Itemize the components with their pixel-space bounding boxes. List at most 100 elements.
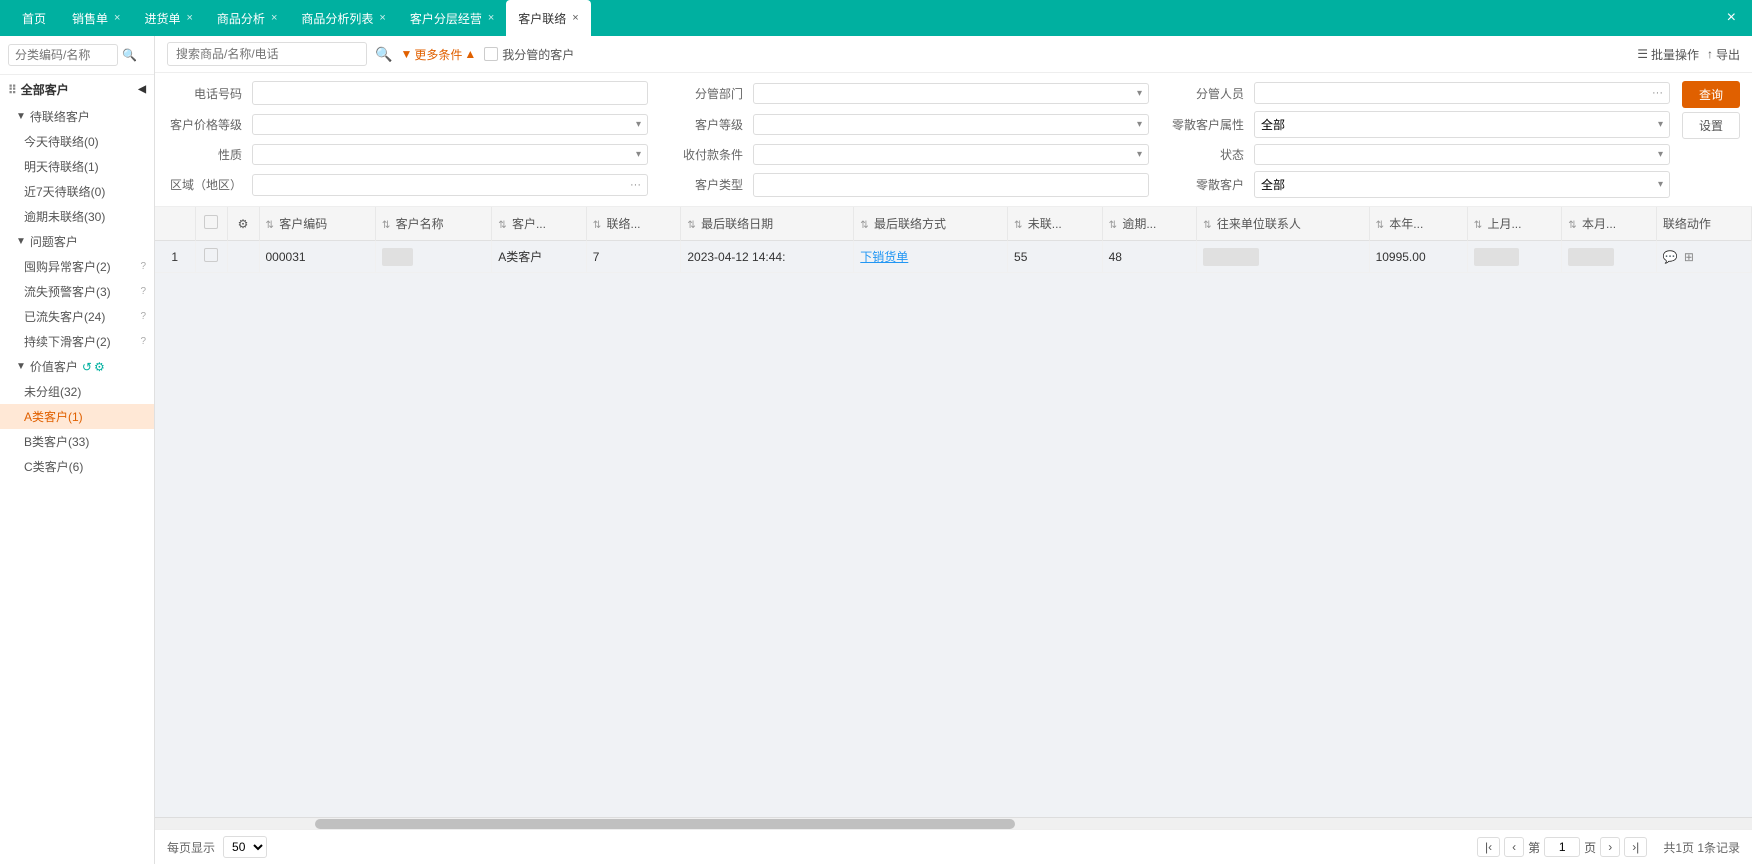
query-button[interactable]: 查询 [1682,81,1740,108]
close-analysis-list-tab[interactable]: × [379,12,385,24]
help-icon-churned[interactable]: ? [140,311,146,322]
sidebar-section-value[interactable]: ▼ 价值客户 ↺ ⚙ [0,354,154,379]
sidebar-item-overdue-contact[interactable]: 逾期未联络(30) [0,204,154,229]
nature-select[interactable]: ▾ [252,144,648,165]
sidebar-item-ungrouped[interactable]: 未分组(32) [0,379,154,404]
cell-last-date: 2023-04-12 14:44: [681,241,854,273]
cell-no-contact: 55 [1008,241,1103,273]
sidebar-item-hoarding[interactable]: 囤购异常客户(2) ? [0,254,154,279]
sort-icon-this-year[interactable]: ⇅ [1376,220,1384,231]
sort-icon-unit-contact[interactable]: ⇅ [1203,220,1211,231]
sidebar-search-icon[interactable]: 🔍 [122,48,137,62]
action-icon-2[interactable]: ⊞ [1684,250,1694,264]
sidebar-item-churned[interactable]: 已流失客户(24) ? [0,304,154,329]
tab-purchase[interactable]: 进货单 × [132,0,204,36]
next-page-btn[interactable]: › [1600,837,1620,857]
status-select[interactable]: ▾ [1254,144,1670,165]
sidebar-section-problem[interactable]: ▼ 问题客户 [0,229,154,254]
close-customer-segment-tab[interactable]: × [488,12,494,24]
tab-sales[interactable]: 销售单 × [60,0,132,36]
help-icon-declining[interactable]: ? [140,336,146,347]
prev-page-btn[interactable]: ‹ [1504,837,1524,857]
sidebar-item-a-class[interactable]: A类客户(1) [0,404,154,429]
retail-attr-select[interactable]: 全部 ▾ [1254,111,1670,138]
refresh-icon[interactable]: ↺ [82,360,92,374]
sidebar-item-b-class[interactable]: B类客户(33) [0,429,154,454]
action-icon-1[interactable]: 💬 [1663,250,1678,264]
retail-cust-select[interactable]: 全部 ▾ [1254,171,1670,198]
sidebar-all-customers[interactable]: ⠿ 全部客户 ◀ [0,75,154,104]
contact-method-link[interactable]: 下销货单 [860,250,908,264]
filter-cell-phone: 电话号码 [167,81,668,105]
region-select[interactable]: ··· [252,174,648,196]
filter-cell-nature: 性质 ▾ [167,144,668,165]
main-layout: 🔍 ⠿ 全部客户 ◀ ▼ 待联络客户 今天待联络(0) 明天待联络(1) 近7天… [0,36,1752,864]
close-customer-contact-tab[interactable]: × [572,12,578,24]
sort-icon-name[interactable]: ⇅ [382,220,390,231]
close-all-tabs[interactable]: × [1719,9,1744,27]
nature-dropdown-icon: ▾ [636,149,641,160]
help-icon-churn-warning[interactable]: ? [140,286,146,297]
sidebar-item-7days-pending[interactable]: 近7天待联络(0) [0,179,154,204]
my-customers-checkbox[interactable]: 我分管的客户 [484,46,574,63]
horizontal-scrollbar[interactable] [155,817,1752,829]
last-page-btn[interactable]: ›| [1624,837,1647,857]
tab-home[interactable]: 首页 [8,0,60,36]
sidebar-item-today-pending[interactable]: 今天待联络(0) [0,129,154,154]
page-number-input[interactable] [1544,837,1580,857]
page-label: 页 [1584,839,1596,856]
first-page-btn[interactable]: |‹ [1477,837,1500,857]
sort-icon-overdue[interactable]: ⇅ [1109,220,1117,231]
sort-icon-code[interactable]: ⇅ [266,220,274,231]
tab-analysis-list[interactable]: 商品分析列表 × [289,0,397,36]
batch-op-btn[interactable]: ☰ 批量操作 [1637,46,1699,63]
payment-select[interactable]: ▾ [753,144,1149,165]
phone-input[interactable] [252,81,648,105]
search-btn-icon[interactable]: 🔍 [375,46,392,63]
close-analysis-tab[interactable]: × [271,12,277,24]
sort-icon-no-contact[interactable]: ⇅ [1014,220,1022,231]
page-size-select[interactable]: 50 [223,836,267,858]
cell-name: Ea [375,241,491,273]
sidebar-item-churn-warning[interactable]: 流失预警客户(3) ? [0,279,154,304]
tab-customer-contact[interactable]: 客户联络 × [506,0,590,36]
grid-icon: ⠿ [8,83,17,97]
sort-icon-last-method[interactable]: ⇅ [860,220,868,231]
sidebar-search-input[interactable] [8,44,118,66]
sort-icon-contact[interactable]: ⇅ [593,220,601,231]
cust-type-input[interactable] [753,173,1149,197]
sidebar-item-declining[interactable]: 持续下滑客户(2) ? [0,329,154,354]
close-sales-tab[interactable]: × [114,12,120,24]
close-purchase-tab[interactable]: × [186,12,192,24]
settings-value-icon[interactable]: ⚙ [94,360,105,374]
my-customers-check[interactable] [484,47,498,61]
sort-icon-this-month[interactable]: ⇅ [1568,220,1576,231]
manager-select[interactable]: ··· [1254,82,1670,104]
cell-unit-contact: RE . [1197,241,1369,273]
row-checkbox[interactable] [204,248,218,262]
dept-select[interactable]: ▾ [753,83,1149,104]
scrollbar-thumb[interactable] [315,819,1015,829]
sidebar-item-tomorrow-pending[interactable]: 明天待联络(1) [0,154,154,179]
sort-icon-last-date[interactable]: ⇅ [687,220,695,231]
filter-cell-region: 区域（地区） ··· [167,174,668,196]
top-nav: 首页 销售单 × 进货单 × 商品分析 × 商品分析列表 × 客户分层经营 × … [0,0,1752,36]
sort-icon-category[interactable]: ⇅ [498,220,506,231]
search-input[interactable] [167,42,367,66]
price-level-select[interactable]: ▾ [252,114,648,135]
tab-customer-segment[interactable]: 客户分层经营 × [398,0,506,36]
cell-overdue: 48 [1102,241,1197,273]
cust-level-select[interactable]: ▾ [753,114,1149,135]
select-all-checkbox[interactable] [204,215,218,229]
tab-analysis[interactable]: 商品分析 × [205,0,289,36]
settings-button[interactable]: 设置 [1682,112,1740,139]
more-conditions-btn[interactable]: ▼ 更多条件 ▲ [400,46,476,63]
cell-last-method[interactable]: 下销货单 [854,241,1008,273]
export-btn[interactable]: ↑ 导出 [1707,46,1740,63]
sidebar-section-pending[interactable]: ▼ 待联络客户 [0,104,154,129]
sort-icon-last-month[interactable]: ⇅ [1474,220,1482,231]
sidebar-item-c-class[interactable]: C类客户(6) [0,454,154,479]
help-icon-hoarding[interactable]: ? [140,261,146,272]
phone-label: 电话号码 [167,85,242,102]
table-settings-icon[interactable]: ⚙ [238,217,249,231]
